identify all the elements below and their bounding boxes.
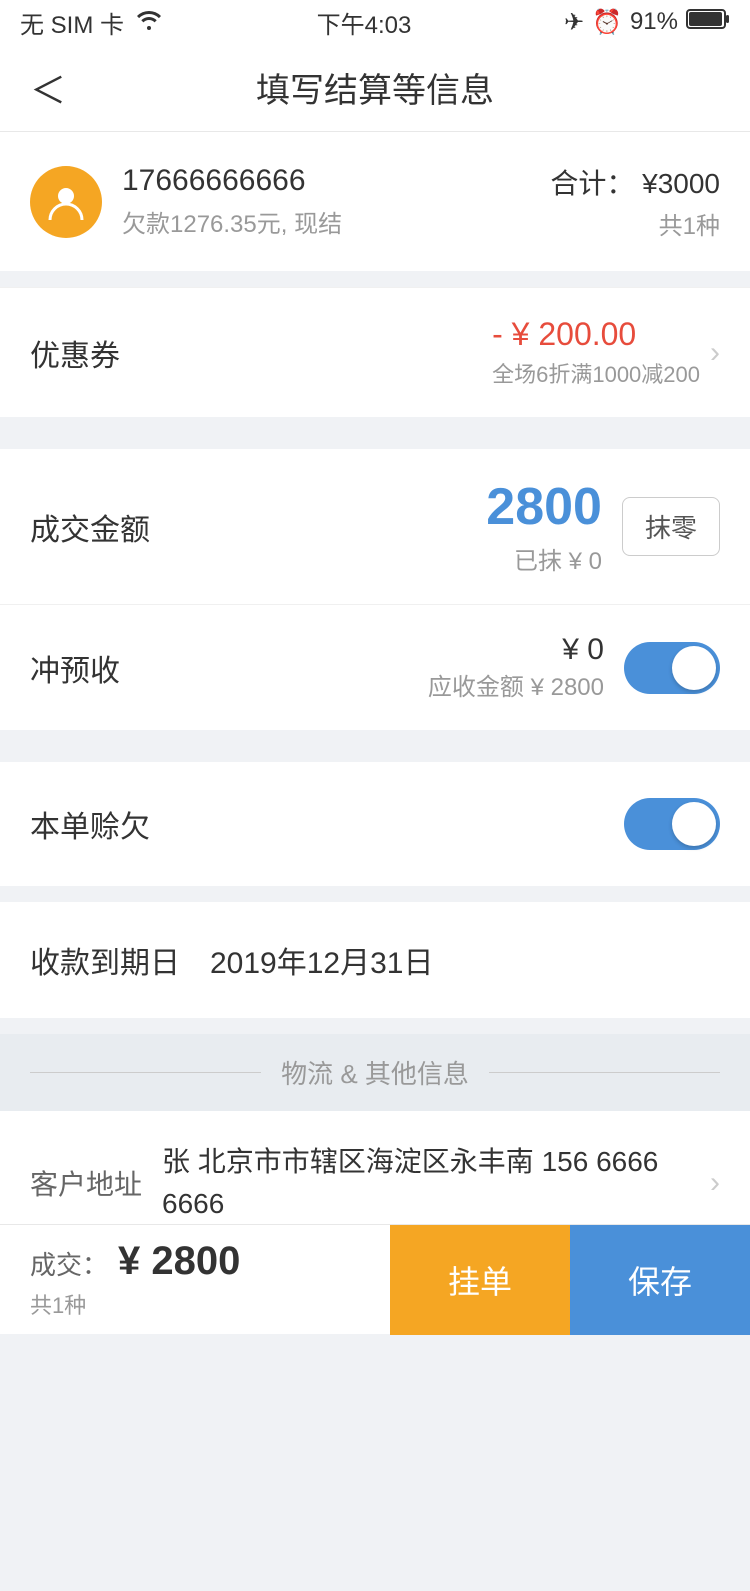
duedate-value: 2019年12月31日	[210, 938, 433, 982]
coupon-desc: 全场6折满1000减200	[492, 357, 700, 389]
prepay-due: 应收金额 ¥ 2800	[428, 667, 604, 702]
prepay-label: 冲预收	[30, 646, 120, 690]
debt-label: 本单赊欠	[30, 802, 150, 846]
customer-row: 17666666666 欠款1276.35元, 现结 合计： ¥3000 共1种	[0, 132, 750, 271]
transaction-row: 成交金额 2800 已抹 ¥ 0 抹零	[0, 449, 750, 604]
battery-icon	[686, 8, 730, 37]
wifi-icon	[134, 8, 164, 37]
main-content: 17666666666 欠款1276.35元, 现结 合计： ¥3000 共1种…	[0, 132, 750, 1591]
round-button[interactable]: 抹零	[622, 497, 720, 556]
status-time: 下午4:03	[317, 5, 412, 40]
duedate-row: 收款到期日 2019年12月31日	[0, 902, 750, 1018]
total-count: 共1种	[550, 206, 720, 241]
hold-button[interactable]: 挂单	[390, 1225, 570, 1335]
transaction-label: 成交金额	[30, 505, 150, 549]
customer-total: 合计： ¥3000 共1种	[550, 162, 720, 241]
alarm-icon: ⏰	[592, 8, 622, 37]
duedate-label: 收款到期日	[30, 938, 180, 982]
battery-text: 91%	[630, 8, 678, 36]
page-title: 填写结算等信息	[256, 63, 494, 112]
prepay-row: 冲预收 ¥ 0 应收金额 ¥ 2800	[0, 604, 750, 730]
status-left: 无 SIM 卡	[20, 5, 164, 40]
back-button[interactable]: ＜	[30, 62, 66, 114]
bottom-label: 成交：	[30, 1245, 108, 1282]
avatar	[30, 166, 102, 238]
chevron-right-icon: ›	[710, 336, 720, 370]
coupon-amount: - ¥ 200.00	[492, 316, 700, 353]
prepay-toggle[interactable]	[624, 642, 720, 694]
prepay-amount: ¥ 0	[428, 633, 604, 667]
address-value: 张 北京市市辖区海淀区永丰南 156 6666 6666	[162, 1141, 690, 1225]
address-chevron-icon: ›	[710, 1166, 720, 1200]
bottom-amount: ¥ 2800	[118, 1239, 240, 1284]
status-bar: 无 SIM 卡 下午4:03 ✈ ⏰ 91%	[0, 0, 750, 44]
status-right: ✈ ⏰ 91%	[564, 8, 730, 37]
bottom-count: 共1种	[30, 1288, 360, 1320]
transaction-sub: 已抹 ¥ 0	[486, 541, 602, 576]
section-divider: 物流 & 其他信息	[0, 1034, 750, 1111]
transaction-card: 成交金额 2800 已抹 ¥ 0 抹零 冲预收 ¥ 0 应收金额 ¥ 2800	[0, 449, 750, 730]
debt-row: 本单赊欠	[0, 762, 750, 886]
sim-status: 无 SIM 卡	[20, 5, 124, 40]
separator-2	[0, 746, 750, 762]
total-label: 合计：	[550, 168, 634, 199]
divider-text: 物流 & 其他信息	[281, 1054, 469, 1091]
bottom-summary: 成交： ¥ 2800 共1种	[0, 1239, 390, 1320]
total-label-row: 合计： ¥3000	[550, 162, 720, 202]
transaction-amount: 2800	[486, 477, 602, 537]
total-amount: ¥3000	[642, 168, 720, 199]
nav-bar: ＜ 填写结算等信息	[0, 44, 750, 132]
customer-debt: 欠款1276.35元, 现结	[122, 204, 342, 239]
debt-toggle[interactable]	[624, 798, 720, 850]
coupon-row[interactable]: 优惠券 - ¥ 200.00 全场6折满1000减200 ›	[0, 287, 750, 417]
divider-line-left	[30, 1072, 261, 1073]
separator-1	[0, 433, 750, 449]
address-label: 客户地址	[30, 1163, 142, 1203]
bottom-bar: 成交： ¥ 2800 共1种 挂单 保存	[0, 1224, 750, 1334]
customer-phone: 17666666666	[122, 164, 342, 198]
save-button[interactable]: 保存	[570, 1225, 750, 1335]
location-icon: ✈	[564, 8, 584, 37]
coupon-label: 优惠券	[30, 331, 120, 375]
divider-line-right	[489, 1072, 720, 1073]
